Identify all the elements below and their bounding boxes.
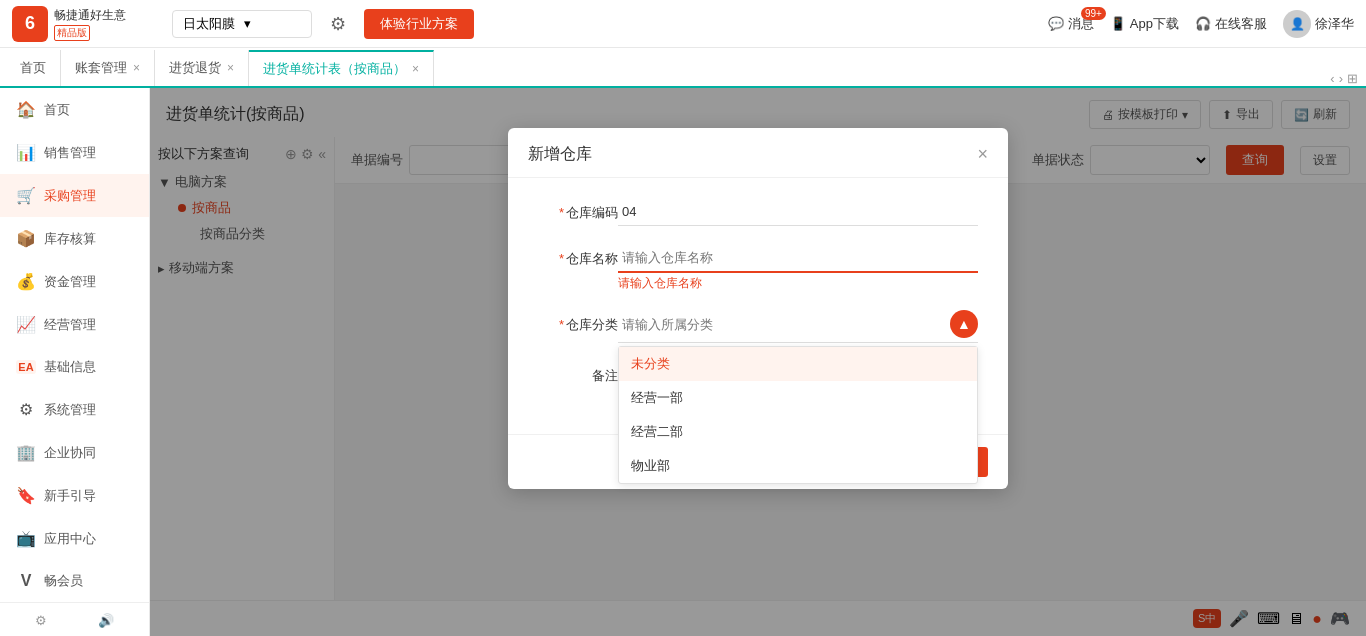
new-warehouse-dialog: 新增仓库 × 仓库编码 仓库名称 [508, 128, 1008, 489]
tab-nav-left-icon[interactable]: ‹ [1330, 71, 1334, 86]
warehouse-name-row: 仓库名称 请输入仓库名称 [538, 244, 978, 292]
user-item[interactable]: 👤 徐泽华 [1283, 10, 1354, 38]
trial-button[interactable]: 体验行业方案 [364, 9, 474, 39]
sidebar-item-guide[interactable]: 🔖 新手引导 [0, 474, 149, 517]
tab-close-icon[interactable]: × [412, 62, 419, 76]
top-header: 6 畅捷通好生意 精品版 日太阳膜 ⚙ 体验行业方案 💬 消息 99+ 📱 Ap… [0, 0, 1366, 48]
remark-label: 备注 [538, 361, 618, 385]
tab-close-icon[interactable]: × [133, 61, 140, 75]
category-dropdown: 未分类 经营一部 经营二部 物业部 [618, 346, 978, 484]
warehouse-name-error: 请输入仓库名称 [618, 275, 978, 292]
warehouse-category-label: 仓库分类 [538, 310, 618, 334]
category-input-wrapper: ▲ [618, 310, 978, 343]
category-option-dept1[interactable]: 经营一部 [619, 381, 977, 415]
purchase-icon: 🛒 [16, 186, 36, 205]
tab-purchase-return[interactable]: 进货退货 × [155, 50, 249, 86]
dialog-body: 仓库编码 仓库名称 请输入仓库名称 [508, 178, 1008, 434]
sidebar-item-system[interactable]: ⚙ 系统管理 [0, 388, 149, 431]
settings-gear-icon[interactable]: ⚙ [35, 613, 47, 628]
sidebar-item-finance[interactable]: 💰 资金管理 [0, 260, 149, 303]
logo-text: 畅捷通好生意 精品版 [54, 7, 126, 41]
mobile-icon: 📱 [1110, 16, 1126, 31]
customer-service-item[interactable]: 🎧 在线客服 [1195, 15, 1267, 33]
sidebar-item-operation[interactable]: 📈 经营管理 [0, 303, 149, 346]
enterprise-icon: 🏢 [16, 443, 36, 462]
modal-overlay[interactable]: 新增仓库 × 仓库编码 仓库名称 [150, 88, 1366, 636]
sidebar-item-home[interactable]: 🏠 首页 [0, 88, 149, 131]
finance-icon: 💰 [16, 272, 36, 291]
logo-icon: 6 [12, 6, 48, 42]
sidebar-item-basic[interactable]: EA 基础信息 [0, 346, 149, 388]
app-download-item[interactable]: 📱 App下载 [1110, 15, 1179, 33]
tab-account[interactable]: 账套管理 × [61, 50, 155, 86]
dialog-title: 新增仓库 [528, 144, 592, 165]
message-icon: 💬 [1048, 16, 1064, 31]
member-icon: V [16, 572, 36, 590]
dialog-close-button[interactable]: × [977, 144, 988, 165]
notification-item[interactable]: 💬 消息 99+ [1048, 15, 1094, 33]
sales-icon: 📊 [16, 143, 36, 162]
guide-icon: 🔖 [16, 486, 36, 505]
sidebar-item-apps[interactable]: 📺 应用中心 [0, 517, 149, 560]
category-input[interactable] [618, 313, 950, 336]
tab-purchase-stats[interactable]: 进货单统计表（按商品） × [249, 50, 434, 86]
sidebar-item-purchase[interactable]: 🛒 采购管理 [0, 174, 149, 217]
dialog-header: 新增仓库 × [508, 128, 1008, 178]
tab-bar-actions: ‹ › ⊞ [1330, 71, 1366, 86]
tab-bar: 首页 账套管理 × 进货退货 × 进货单统计表（按商品） × ‹ › ⊞ [0, 48, 1366, 88]
content-area: 进货单统计(按商品) 🖨 按模板打印 ⬆ 导出 🔄 刷新 [150, 88, 1366, 636]
warehouse-name-label: 仓库名称 [538, 244, 618, 268]
speaker-icon[interactable]: 🔊 [98, 613, 114, 628]
tab-expand-icon[interactable]: ⊞ [1347, 71, 1358, 86]
category-toggle-button[interactable]: ▲ [950, 310, 978, 338]
inventory-icon: 📦 [16, 229, 36, 248]
warehouse-category-row: 仓库分类 ▲ 未分类 经营一部 经营二部 物业部 [538, 310, 978, 343]
apps-icon: 📺 [16, 529, 36, 548]
tab-close-icon[interactable]: × [227, 61, 234, 75]
store-selector[interactable]: 日太阳膜 [172, 10, 312, 38]
sidebar-item-sales[interactable]: 📊 销售管理 [0, 131, 149, 174]
sidebar-bottom: ⚙ 🔊 [0, 602, 149, 636]
sidebar: 🏠 首页 📊 销售管理 🛒 采购管理 📦 库存核算 💰 资金管理 📈 经营管理 … [0, 88, 150, 636]
operation-icon: 📈 [16, 315, 36, 334]
warehouse-category-field: ▲ 未分类 经营一部 经营二部 物业部 [618, 310, 978, 343]
home-icon: 🏠 [16, 100, 36, 119]
category-option-dept2[interactable]: 经营二部 [619, 415, 977, 449]
main-layout: 🏠 首页 📊 销售管理 🛒 采购管理 📦 库存核算 💰 资金管理 📈 经营管理 … [0, 88, 1366, 636]
warehouse-code-field [618, 198, 978, 226]
tab-nav-right-icon[interactable]: › [1339, 71, 1343, 86]
sidebar-item-inventory[interactable]: 📦 库存核算 [0, 217, 149, 260]
sidebar-item-enterprise[interactable]: 🏢 企业协同 [0, 431, 149, 474]
basic-icon: EA [16, 360, 36, 374]
logo-area: 6 畅捷通好生意 精品版 [12, 6, 162, 42]
category-option-unclassified[interactable]: 未分类 [619, 347, 977, 381]
system-icon: ⚙ [16, 400, 36, 419]
warehouse-code-label: 仓库编码 [538, 198, 618, 222]
avatar: 👤 [1283, 10, 1311, 38]
header-right: 💬 消息 99+ 📱 App下载 🎧 在线客服 👤 徐泽华 [1048, 10, 1354, 38]
category-option-property[interactable]: 物业部 [619, 449, 977, 483]
warehouse-code-input[interactable] [618, 198, 978, 226]
sidebar-item-member[interactable]: V 畅会员 [0, 560, 149, 602]
headset-icon: 🎧 [1195, 16, 1211, 31]
warehouse-name-field: 请输入仓库名称 [618, 244, 978, 292]
warehouse-name-input[interactable] [618, 244, 978, 273]
settings-icon[interactable]: ⚙ [322, 8, 354, 40]
chevron-down-icon [244, 16, 301, 31]
tab-home[interactable]: 首页 [0, 50, 61, 86]
warehouse-code-row: 仓库编码 [538, 198, 978, 226]
notification-badge: 99+ [1081, 7, 1106, 20]
